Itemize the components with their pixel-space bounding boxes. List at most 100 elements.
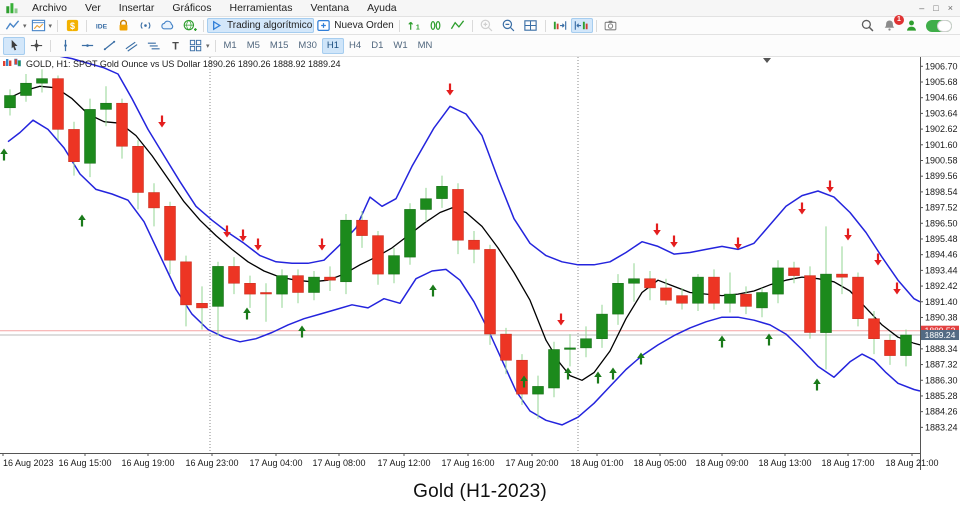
trendline-tool[interactable]: [98, 37, 120, 55]
menu-insertar[interactable]: Insertar: [110, 1, 164, 15]
connection-toggle-switch[interactable]: [926, 19, 952, 32]
timeframe-h1[interactable]: H1: [321, 37, 345, 54]
timeframe-h4[interactable]: H4: [344, 38, 366, 54]
candle-body: [836, 273, 848, 278]
timeframe-m15[interactable]: M15: [265, 38, 293, 54]
close-button[interactable]: ×: [948, 3, 953, 13]
zoom-in-button[interactable]: [476, 18, 498, 33]
community-button[interactable]: [178, 18, 200, 33]
lock-button[interactable]: [112, 18, 134, 33]
candle-body: [724, 293, 736, 304]
text-tool[interactable]: T: [164, 37, 186, 55]
candle-body: [596, 313, 608, 339]
shapes-tool[interactable]: ▾: [186, 37, 212, 55]
chart-header: GOLD, H1: SPOT Gold Ounce vs US Dollar 1…: [3, 58, 341, 69]
restore-button[interactable]: □: [933, 3, 938, 13]
bars-chart-icon[interactable]: [3, 61, 6, 66]
ide-button[interactable]: IDE: [90, 18, 112, 33]
mt5-logo-icon: [6, 3, 18, 14]
notifications-button[interactable]: 1: [878, 15, 904, 33]
chevron-down-icon[interactable]: ▾: [206, 42, 210, 50]
zoom-out-icon: [502, 19, 515, 32]
menu-ver[interactable]: Ver: [76, 1, 110, 15]
community-user-button[interactable]: [900, 18, 922, 33]
price-tick-label: 1899.56: [925, 171, 958, 181]
equidistant-channel-tool[interactable]: [142, 37, 164, 55]
zoom-out-button[interactable]: [498, 18, 520, 33]
candle-body: [196, 303, 208, 309]
vertical-line-tool[interactable]: [54, 37, 76, 55]
candles-chart-icon[interactable]: [14, 58, 18, 65]
text-icon: T: [172, 40, 179, 52]
menu-archivo[interactable]: Archivo: [23, 1, 76, 15]
candle-body: [308, 276, 320, 293]
time-tick-label: 18 Aug 13:00: [758, 458, 811, 468]
candle-body: [548, 349, 560, 389]
new-order-button[interactable]: Nueva Orden: [314, 18, 395, 33]
menu-ventana[interactable]: Ventana: [302, 1, 359, 15]
signal-button[interactable]: [134, 18, 156, 33]
price-tick-label: 1891.40: [925, 297, 958, 307]
candle-body: [516, 359, 528, 395]
price-chart[interactable]: 1906.70 1905.68 1904.66 1903.64 1902.62 1901.…: [0, 57, 960, 470]
timeframe-w1[interactable]: W1: [388, 38, 412, 54]
algo-trading-button[interactable]: Trading algorítmico: [207, 18, 315, 33]
search-button[interactable]: [856, 18, 878, 33]
tile-windows-button[interactable]: [520, 18, 542, 33]
timeframe-mn[interactable]: MN: [413, 38, 438, 54]
candle-body: [436, 186, 448, 199]
equid-icon: [147, 42, 160, 50]
crosshair-tool[interactable]: [25, 37, 47, 55]
globe-add-icon: [183, 19, 197, 31]
candle-body: [340, 219, 352, 283]
last-price-tag-label: 1889.24: [925, 330, 956, 340]
toolbar-separator: [50, 39, 51, 52]
step-bar-button[interactable]: 1: [403, 18, 425, 33]
menu-herramientas[interactable]: Herramientas: [220, 1, 301, 15]
minimize-button[interactable]: –: [919, 3, 924, 13]
zigzag-icon: [451, 20, 465, 30]
symbol-button[interactable]: $: [61, 18, 83, 33]
horizontal-line-tool[interactable]: [76, 37, 98, 55]
chart-type-button[interactable]: ▾: [3, 18, 29, 33]
candle-body: [804, 275, 816, 333]
toolbar-separator: [86, 19, 88, 32]
chart-profile-button[interactable]: ▾: [29, 18, 55, 33]
candle-body: [20, 82, 32, 96]
cloud-button[interactable]: [156, 18, 178, 33]
candle-body: [100, 102, 112, 110]
shift-chart-button[interactable]: [549, 18, 571, 33]
menu-ayuda[interactable]: Ayuda: [358, 1, 406, 15]
ide-icon: IDE: [95, 23, 107, 30]
timeframe-d1[interactable]: D1: [366, 38, 388, 54]
chart-area[interactable]: 1906.70 1905.68 1904.66 1903.64 1902.62 1901.…: [0, 57, 960, 470]
window-chart-icon: [31, 19, 45, 32]
time-tick-label: 18 Aug 21:00: [885, 458, 938, 468]
price-tick-label: 1902.62: [925, 124, 958, 134]
menu-gráficos[interactable]: Gráficos: [163, 1, 220, 15]
cursor-tool[interactable]: [3, 36, 25, 55]
price-tick-label: 1901.60: [925, 140, 958, 150]
channel-tool[interactable]: [120, 37, 142, 55]
price-tick-label: 1904.66: [925, 93, 958, 103]
chevron-down-icon[interactable]: ▾: [23, 22, 27, 30]
screenshot-button[interactable]: [600, 18, 622, 33]
time-tick-label: 18 Aug 17:00: [821, 458, 874, 468]
timeframe-m5[interactable]: M5: [242, 38, 265, 54]
tick-pause-button[interactable]: [425, 18, 447, 33]
cursor-icon: [11, 39, 17, 51]
connection-toggle[interactable]: [922, 18, 960, 33]
zigzag-button[interactable]: [447, 18, 469, 33]
candle-body: [404, 209, 416, 258]
candle-body: [740, 293, 752, 307]
candle-body: [756, 292, 768, 309]
candle-body: [116, 102, 128, 147]
candle-body: [292, 275, 304, 293]
auto-scroll-button[interactable]: [570, 18, 593, 33]
candle-body: [900, 334, 912, 356]
chevron-down-icon[interactable]: ▾: [49, 22, 53, 30]
time-tick-label: 17 Aug 04:00: [249, 458, 302, 468]
timeframe-m1[interactable]: M1: [219, 38, 242, 54]
candle-body: [692, 276, 704, 304]
timeframe-m30[interactable]: M30: [293, 38, 321, 54]
